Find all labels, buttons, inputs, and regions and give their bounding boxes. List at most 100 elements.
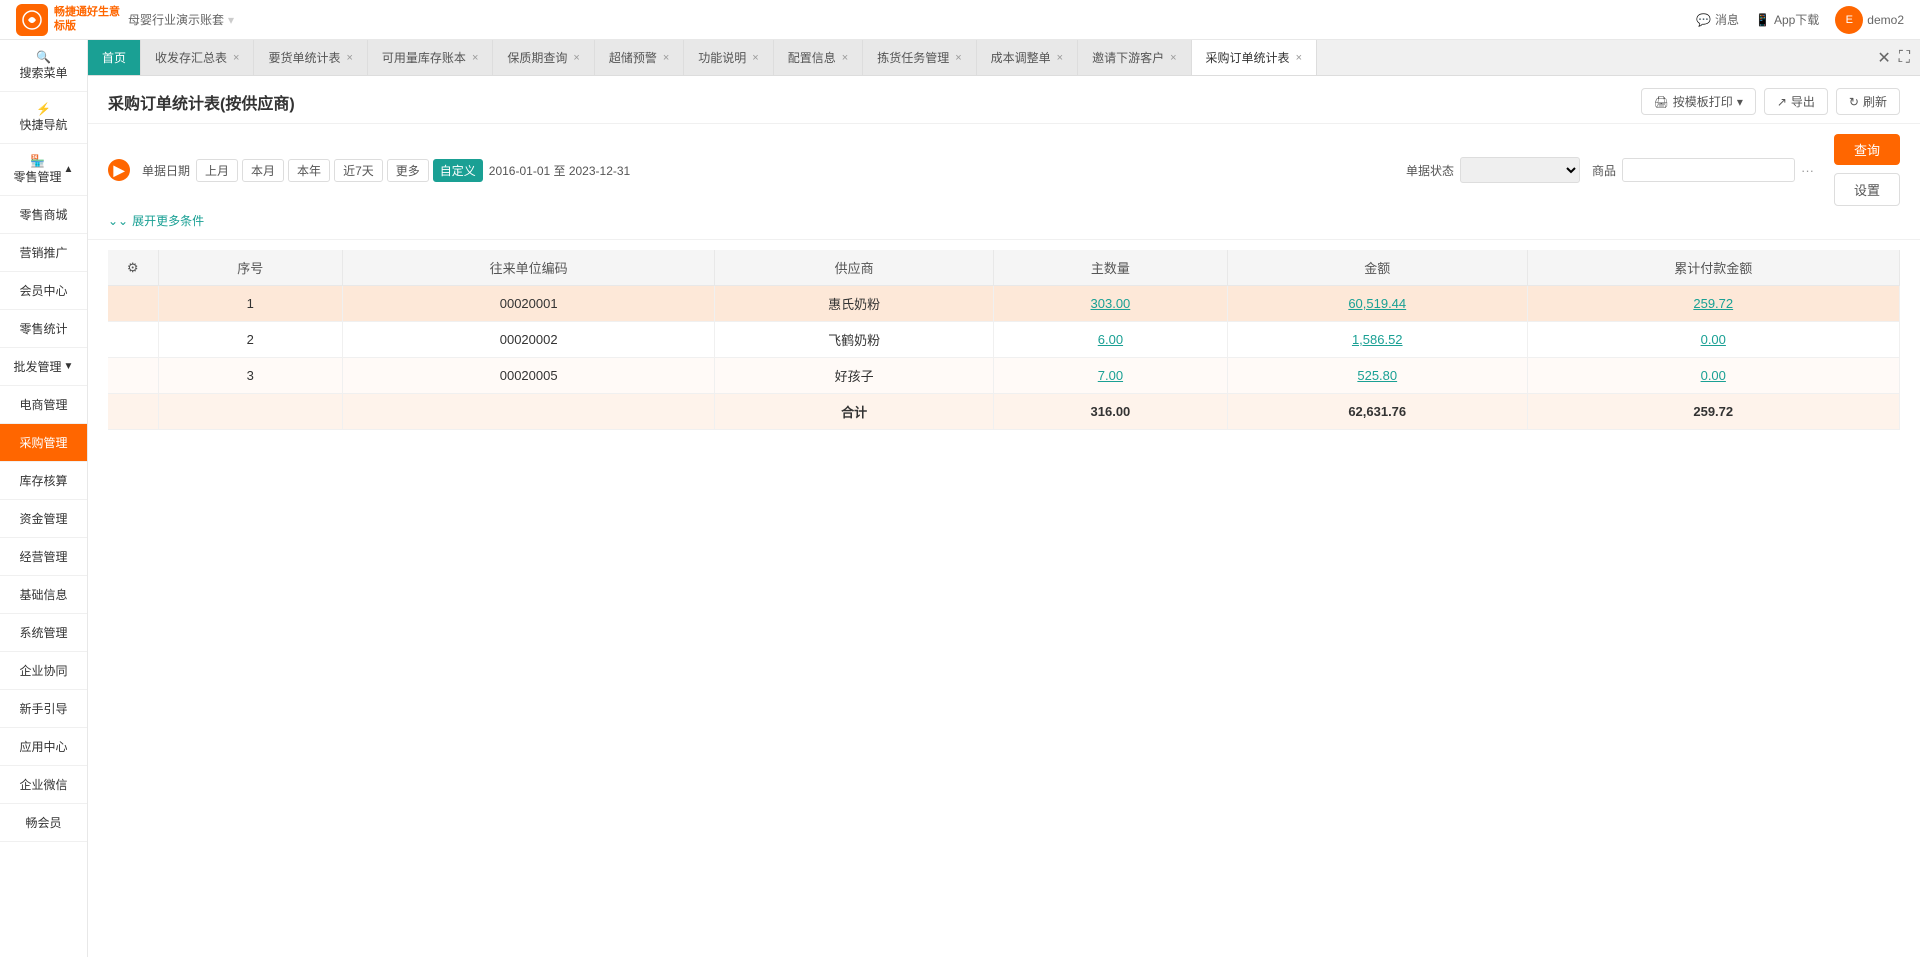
status-select[interactable] <box>1460 157 1580 183</box>
refresh-icon: ↻ <box>1849 95 1859 109</box>
row-qty[interactable]: 7.00 <box>993 358 1227 394</box>
page-title: 采购订单统计表(按供应商) <box>108 90 295 114</box>
top-bar: 畅捷通好生意 标版 母婴行业演示账套 ▾ 💬 消息 📱 App下载 E demo… <box>0 0 1920 40</box>
sidebar-item-inventory-check[interactable]: 库存核算 <box>0 462 87 500</box>
filter-toggle-btn[interactable]: ▶ <box>108 159 130 181</box>
sidebar-item-basic-info[interactable]: 基础信息 <box>0 576 87 614</box>
th-qty: 主数量 <box>993 250 1227 286</box>
goods-label: 商品 <box>1592 162 1616 179</box>
print-button[interactable]: 🖨 按模板打印 ▾ <box>1641 88 1756 115</box>
sidebar-item-app-center[interactable]: 应用中心 <box>0 728 87 766</box>
sidebar-item-capital-mgmt[interactable]: 资金管理 <box>0 500 87 538</box>
row-amount[interactable]: 525.80 <box>1227 358 1527 394</box>
data-table: ⚙ 序号 往来单位编码 供应商 主数量 金额 累计付款金额 1 <box>108 250 1900 430</box>
tab-available-inventory[interactable]: 可用量库存账本 × <box>368 40 493 76</box>
th-code: 往来单位编码 <box>342 250 714 286</box>
tab-close-warranty-query[interactable]: × <box>573 52 579 64</box>
sidebar-item-purchase-mgmt[interactable]: 采购管理 <box>0 424 87 462</box>
tab-invite-downstream[interactable]: 邀请下游客户 × <box>1078 40 1191 76</box>
sidebar-item-retail-stats[interactable]: 零售统计 <box>0 310 87 348</box>
tab-close-purchase-order-stats[interactable]: × <box>1296 52 1302 64</box>
sidebar-item-enterprise-collab[interactable]: 企业协同 <box>0 652 87 690</box>
main-layout: 🔍 搜索菜单 ⚡ 快捷导航 🏪 零售管理 ▲ 零售商城 营销推广 会员中心 零售… <box>0 40 1920 957</box>
sidebar-item-new-guide[interactable]: 新手引导 <box>0 690 87 728</box>
logo-area: 畅捷通好生意 标版 <box>16 4 120 36</box>
th-settings: ⚙ <box>108 250 158 286</box>
sidebar-item-enterprise-wechat[interactable]: 企业微信 <box>0 766 87 804</box>
row-paid[interactable]: 259.72 <box>1527 286 1900 322</box>
row-paid[interactable]: 0.00 <box>1527 322 1900 358</box>
tab-cost-adjust[interactable]: 成本调整单 × <box>977 40 1078 76</box>
date-btn-this-year[interactable]: 本年 <box>288 159 330 182</box>
refresh-button[interactable]: ↻ 刷新 <box>1836 88 1900 115</box>
date-btn-more[interactable]: 更多 <box>387 159 429 182</box>
date-btn-last-month[interactable]: 上月 <box>196 159 238 182</box>
tab-close-receive-summary[interactable]: × <box>233 52 239 64</box>
sidebar-item-wholesale-mgmt[interactable]: 批发管理 ▼ <box>0 348 87 386</box>
row-supplier: 惠氏奶粉 <box>715 286 993 322</box>
sidebar-item-member-card[interactable]: 畅会员 <box>0 804 87 842</box>
logo-text: 畅捷通好生意 标版 <box>54 6 120 32</box>
sidebar-item-search[interactable]: 🔍 搜索菜单 <box>0 40 87 92</box>
row-code: 00020001 <box>342 286 714 322</box>
row-supplier: 好孩子 <box>715 358 993 394</box>
tab-close-pick-task[interactable]: × <box>955 52 961 64</box>
settings-button[interactable]: 设置 <box>1834 173 1900 206</box>
date-btn-this-month[interactable]: 本月 <box>242 159 284 182</box>
export-button[interactable]: ↗ 导出 <box>1764 88 1828 115</box>
table-header-row: ⚙ 序号 往来单位编码 供应商 主数量 金额 累计付款金额 <box>108 250 1900 286</box>
sidebar-item-quick-nav[interactable]: ⚡ 快捷导航 <box>0 92 87 144</box>
tab-config-info[interactable]: 配置信息 × <box>774 40 863 76</box>
breadcrumb-dropdown-icon[interactable]: ▾ <box>228 13 234 27</box>
more-filter-icon[interactable]: ··· <box>1801 163 1814 178</box>
tab-pick-task[interactable]: 拣货任务管理 × <box>863 40 976 76</box>
tab-close-all-icon[interactable]: ✕ <box>1875 46 1892 70</box>
message-btn[interactable]: 💬 消息 <box>1696 11 1739 28</box>
goods-input[interactable] <box>1622 158 1795 182</box>
row-index: 1 <box>158 286 342 322</box>
tab-bar-actions: ✕ ⛶ <box>1867 46 1920 70</box>
row-code: 00020005 <box>342 358 714 394</box>
row-settings <box>108 286 158 322</box>
tab-expand-icon[interactable]: ⛶ <box>1897 47 1912 69</box>
tab-close-config-info[interactable]: × <box>842 52 848 64</box>
sidebar-item-sys-mgmt[interactable]: 系统管理 <box>0 614 87 652</box>
filter-goods-item: 商品 ··· <box>1592 158 1814 182</box>
tab-func-desc[interactable]: 功能说明 × <box>684 40 773 76</box>
expand-filter-btn[interactable]: ⌄⌄ 展开更多条件 <box>108 212 1900 229</box>
tab-goods-stats[interactable]: 要货单统计表 × <box>254 40 367 76</box>
row-settings <box>108 358 158 394</box>
sidebar-item-retail-mgmt[interactable]: 🏪 零售管理 ▲ <box>0 144 87 196</box>
tab-warranty-query[interactable]: 保质期查询 × <box>493 40 594 76</box>
sidebar-item-ops-mgmt[interactable]: 经营管理 <box>0 538 87 576</box>
query-button[interactable]: 查询 <box>1834 134 1900 165</box>
tab-overstock-warning[interactable]: 超储预警 × <box>595 40 684 76</box>
row-amount[interactable]: 1,586.52 <box>1227 322 1527 358</box>
app-download-btn[interactable]: 📱 App下载 <box>1755 11 1819 28</box>
tab-close-cost-adjust[interactable]: × <box>1057 52 1063 64</box>
date-btn-custom[interactable]: 自定义 <box>433 159 483 182</box>
tab-home[interactable]: 首页 <box>88 40 141 76</box>
th-amount: 金额 <box>1227 250 1527 286</box>
date-btn-7days[interactable]: 近7天 <box>334 159 383 182</box>
user-menu[interactable]: E demo2 <box>1835 6 1904 34</box>
tab-close-goods-stats[interactable]: × <box>346 52 352 64</box>
tab-close-overstock-warning[interactable]: × <box>663 52 669 64</box>
row-qty[interactable]: 303.00 <box>993 286 1227 322</box>
tab-close-available-inventory[interactable]: × <box>472 52 478 64</box>
content-area: 首页 收发存汇总表 × 要货单统计表 × 可用量库存账本 × 保质期查询 × 超… <box>88 40 1920 957</box>
footer-index <box>158 394 342 430</box>
tab-close-invite-downstream[interactable]: × <box>1170 52 1176 64</box>
page-content: 采购订单统计表(按供应商) 🖨 按模板打印 ▾ ↗ 导出 ↻ 刷新 <box>88 76 1920 957</box>
tab-purchase-order-stats[interactable]: 采购订单统计表 × <box>1192 40 1317 76</box>
row-amount[interactable]: 60,519.44 <box>1227 286 1527 322</box>
row-paid[interactable]: 0.00 <box>1527 358 1900 394</box>
row-qty[interactable]: 6.00 <box>993 322 1227 358</box>
sidebar-item-mkt-promo[interactable]: 营销推广 <box>0 234 87 272</box>
tab-close-func-desc[interactable]: × <box>752 52 758 64</box>
tab-receive-summary[interactable]: 收发存汇总表 × <box>141 40 254 76</box>
sidebar-item-ecommerce-mgmt[interactable]: 电商管理 <box>0 386 87 424</box>
print-dropdown-icon: ▾ <box>1737 95 1743 109</box>
sidebar-item-member-center[interactable]: 会员中心 <box>0 272 87 310</box>
sidebar-item-retail-shop[interactable]: 零售商城 <box>0 196 87 234</box>
